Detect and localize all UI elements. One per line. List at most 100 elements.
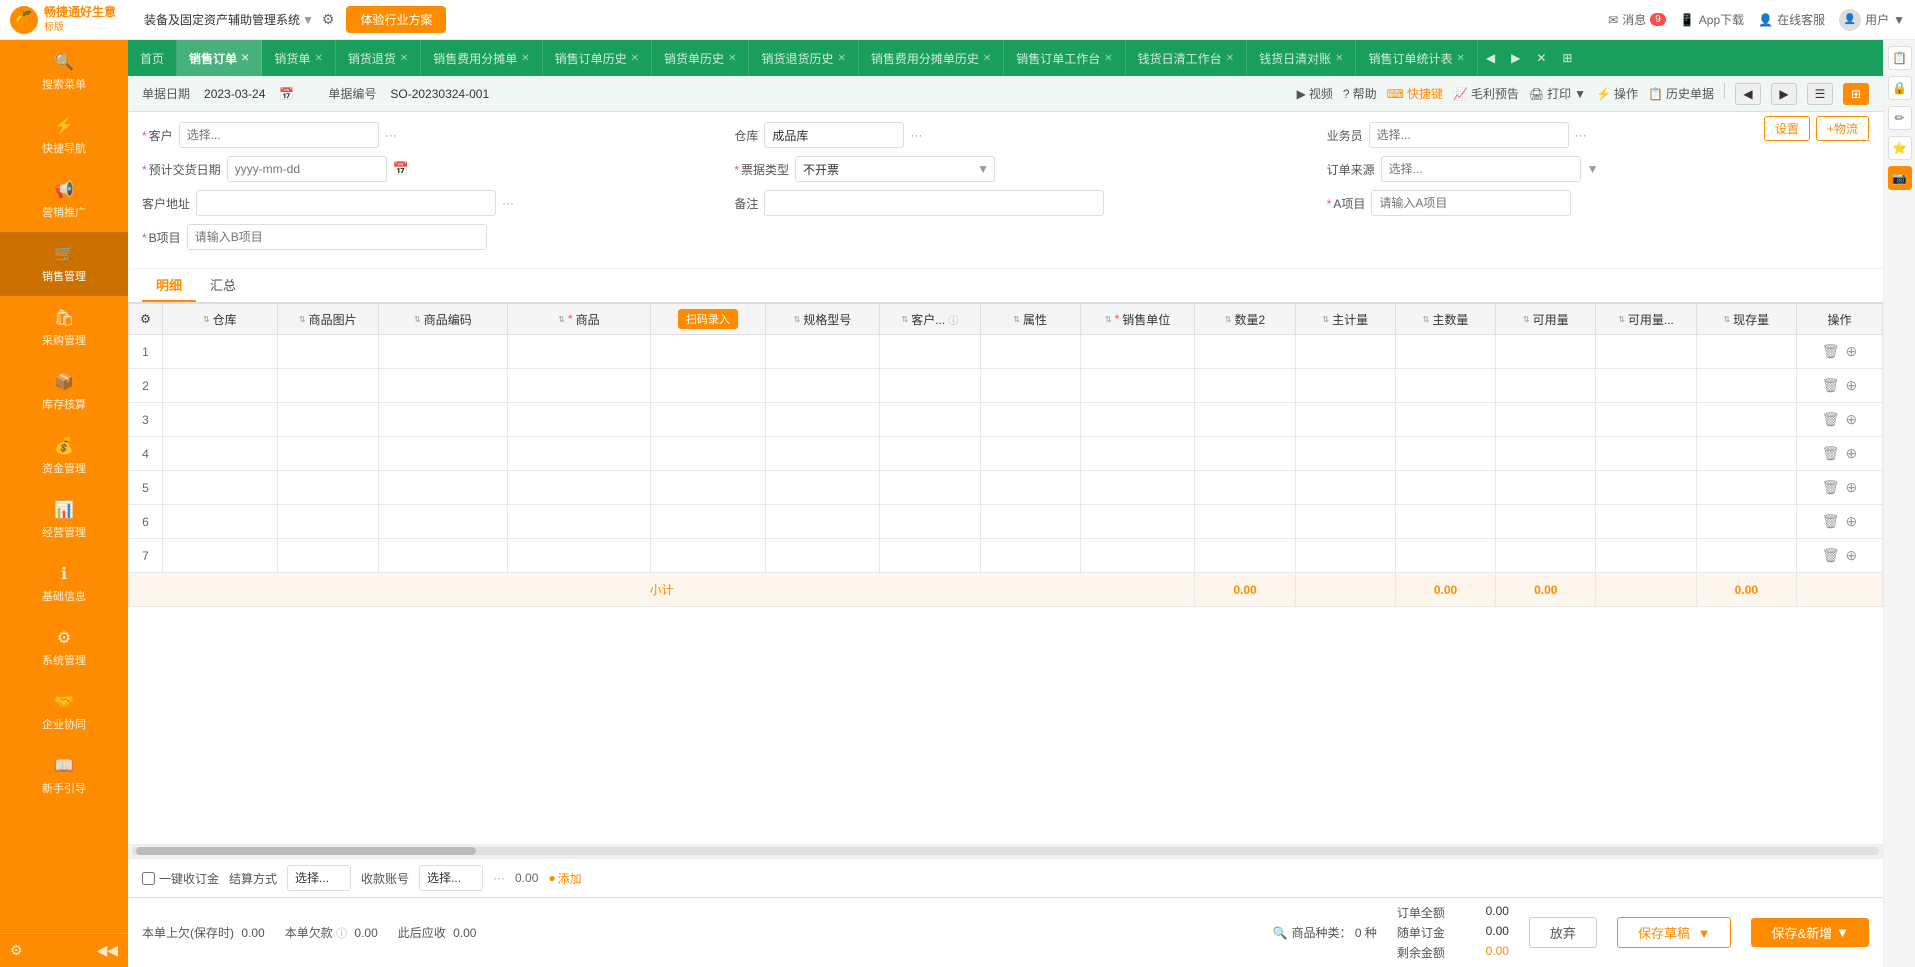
current-debt-info-icon[interactable]: ⓘ	[336, 928, 347, 940]
row-delete-icon[interactable]: 🗑	[1822, 411, 1840, 428]
invoice-type-input[interactable]	[795, 156, 995, 182]
tab-close-order-workbench[interactable]: ✕	[1104, 53, 1112, 64]
add-payment-button[interactable]: ● 添加	[548, 870, 581, 887]
tab-close-return-history[interactable]: ✕	[837, 53, 845, 64]
row-copy-icon[interactable]: ⊕	[1846, 513, 1858, 530]
tab-close-sales-order[interactable]: ✕	[241, 53, 249, 64]
fullscreen-btn[interactable]: ⊞	[1843, 83, 1869, 105]
add-logistics-button[interactable]: +物流	[1816, 116, 1869, 141]
quick-pay-check[interactable]	[142, 872, 155, 885]
calendar-icon[interactable]: 📅	[279, 87, 294, 101]
customer-more-icon[interactable]: ···	[385, 128, 397, 142]
tab-sales-order[interactable]: 销售订单 ✕	[177, 40, 262, 76]
settings-icon[interactable]: ⚙	[322, 11, 335, 28]
save-new-button[interactable]: 保存&新增 ▼	[1751, 918, 1869, 947]
a-project-input[interactable]	[1371, 190, 1571, 216]
tab-expense-alloc[interactable]: 销售费用分摊单 ✕	[421, 40, 542, 76]
row-copy-icon[interactable]: ⊕	[1846, 445, 1858, 462]
industry-plan-button[interactable]: 体验行业方案	[346, 6, 446, 33]
tab-close-expense-alloc[interactable]: ✕	[521, 53, 529, 64]
sidebar-item-inventory[interactable]: 📦 库存核算	[0, 360, 128, 424]
tab-more-btn[interactable]: ✕	[1528, 40, 1554, 76]
scroll-track[interactable]	[132, 847, 1879, 855]
scan-entry-button[interactable]: 扫码录入	[678, 309, 738, 329]
tab-expense-history[interactable]: 销售费用分摊单历史 ✕	[859, 40, 1004, 76]
table-container[interactable]: ⚙ ⇅ 仓库 ⇅ 商品图片	[128, 303, 1883, 844]
system-name[interactable]: 装备及固定资产辅助管理系统	[144, 11, 300, 28]
tab-order-stats[interactable]: 销售订单统计表 ✕	[1356, 40, 1477, 76]
col-settings[interactable]: ⚙	[129, 304, 163, 335]
sidebar-item-operations[interactable]: 📊 经营管理	[0, 488, 128, 552]
remark-input[interactable]	[764, 190, 1104, 216]
save-draft-button[interactable]: 保存草稿 ▼	[1617, 917, 1732, 948]
tab-close-cash-workbench[interactable]: ✕	[1226, 53, 1234, 64]
sidebar-item-collab[interactable]: 🤝 企业协同	[0, 680, 128, 744]
tab-close-order-stats[interactable]: ✕	[1457, 53, 1465, 64]
tab-cash-reconcile[interactable]: 钱货日清对账 ✕	[1247, 40, 1356, 76]
right-panel-camera-btn[interactable]: 📷	[1888, 166, 1912, 190]
settings-button[interactable]: 设置	[1764, 116, 1810, 141]
tab-order-workbench[interactable]: 销售订单工作台 ✕	[1004, 40, 1125, 76]
tab-return-history[interactable]: 销货退货历史 ✕	[749, 40, 858, 76]
expand-icon[interactable]: ▼	[302, 13, 314, 27]
tab-close-expense-history[interactable]: ✕	[983, 53, 991, 64]
quick-pay-checkbox[interactable]: 一键收订金	[142, 870, 219, 887]
pay-method-select[interactable]: 选择...	[287, 865, 351, 891]
row-delete-icon[interactable]: 🗑	[1822, 343, 1840, 360]
shortcut-button[interactable]: ⌨ 快捷键	[1387, 83, 1443, 105]
row-delete-icon[interactable]: 🗑	[1822, 513, 1840, 530]
video-button[interactable]: ▶ 视频	[1297, 83, 1333, 105]
print-dropdown[interactable]: ▼	[1574, 87, 1586, 101]
order-source-dropdown-icon[interactable]: ▼	[1587, 162, 1599, 176]
sidebar-item-system[interactable]: ⚙ 系统管理	[0, 616, 128, 680]
save-draft-dropdown-icon[interactable]: ▼	[1698, 926, 1711, 941]
operation-button[interactable]: ⚡ 操作	[1596, 83, 1638, 105]
column-settings-icon[interactable]: ⚙	[140, 312, 151, 326]
right-panel-lock-btn[interactable]: 🔒	[1888, 76, 1912, 100]
right-panel-copy-btn[interactable]: 📋	[1888, 46, 1912, 70]
settings-bottom-icon[interactable]: ⚙	[10, 942, 23, 959]
sidebar-item-marketing[interactable]: 📢 营销推广	[0, 168, 128, 232]
tab-next-btn[interactable]: ▶	[1503, 40, 1528, 76]
profit-button[interactable]: 📈 毛利预告	[1453, 83, 1519, 105]
row-copy-icon[interactable]: ⊕	[1846, 547, 1858, 564]
staff-input[interactable]	[1369, 122, 1569, 148]
sidebar-item-sales[interactable]: 🛒 销售管理	[0, 232, 128, 296]
scroll-thumb[interactable]	[136, 847, 476, 855]
list-view-btn[interactable]: ☰	[1807, 83, 1833, 105]
sidebar-item-guide[interactable]: 📖 新手引导	[0, 744, 128, 808]
app-download-button[interactable]: 📱 App下载	[1680, 11, 1744, 28]
tab-close-invoice[interactable]: ✕	[314, 53, 322, 64]
tab-invoice-history[interactable]: 销货单历史 ✕	[652, 40, 749, 76]
tab-order-history[interactable]: 销售订单历史 ✕	[543, 40, 652, 76]
row-delete-icon[interactable]: 🗑	[1822, 479, 1840, 496]
address-input[interactable]	[196, 190, 496, 216]
right-panel-edit-btn[interactable]: ✏	[1888, 106, 1912, 130]
row-delete-icon[interactable]: 🗑	[1822, 547, 1840, 564]
sidebar-item-finance[interactable]: 💰 资金管理	[0, 424, 128, 488]
row-copy-icon[interactable]: ⊕	[1846, 343, 1858, 360]
row-delete-icon[interactable]: 🗑	[1822, 377, 1840, 394]
delivery-date-calendar-icon[interactable]: 📅	[393, 161, 409, 177]
tab-home[interactable]: 首页	[128, 40, 177, 76]
tab-invoice[interactable]: 销货单 ✕	[262, 40, 335, 76]
receipt-account-select[interactable]: 选择...	[419, 865, 483, 891]
save-new-dropdown-icon[interactable]: ▼	[1836, 925, 1849, 940]
user-menu[interactable]: 👤 用户 ▼	[1839, 9, 1905, 31]
row-copy-icon[interactable]: ⊕	[1846, 479, 1858, 496]
tab-close-order-history[interactable]: ✕	[631, 53, 639, 64]
sidebar-item-purchase[interactable]: 🛍 采购管理	[0, 296, 128, 360]
sidebar-collapse-icon[interactable]: ◀◀	[96, 942, 118, 959]
tab-grid-btn[interactable]: ⊞	[1554, 40, 1580, 76]
tab-prev-btn[interactable]: ◀	[1478, 40, 1503, 76]
tab-close-invoice-history[interactable]: ✕	[728, 53, 736, 64]
tab-cash-workbench[interactable]: 钱货日清工作台 ✕	[1126, 40, 1247, 76]
delivery-date-input[interactable]	[227, 156, 387, 182]
sidebar-item-base-info[interactable]: ℹ 基础信息	[0, 552, 128, 616]
tab-close-return[interactable]: ✕	[400, 53, 408, 64]
b-project-input[interactable]	[187, 224, 487, 250]
horizontal-scrollbar[interactable]	[128, 844, 1883, 858]
row-copy-icon[interactable]: ⊕	[1846, 377, 1858, 394]
tab-return[interactable]: 销货退货 ✕	[336, 40, 421, 76]
invoice-type-dropdown-icon[interactable]: ▼	[977, 162, 989, 176]
